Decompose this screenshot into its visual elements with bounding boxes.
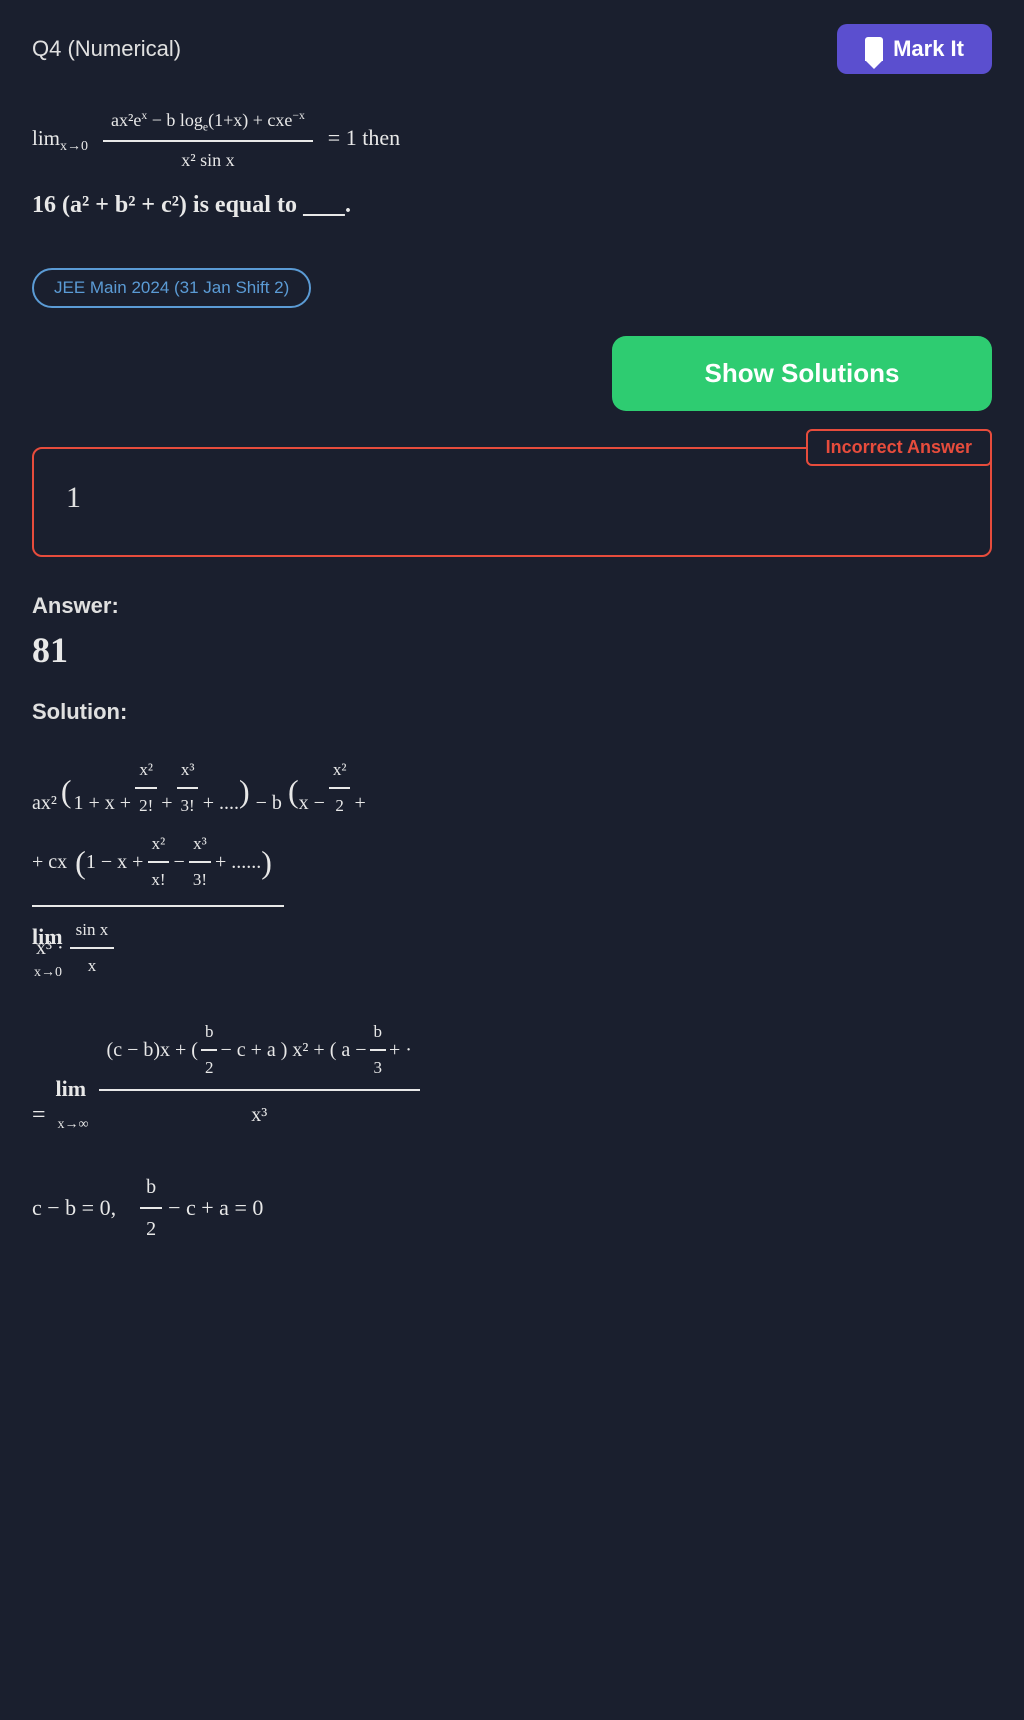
solution-line-1: ax² ( 1 + x + x² 2! + x³ 3! + .... ) − b…	[32, 753, 992, 987]
header: Q4 (Numerical) Mark It	[32, 24, 992, 74]
answer-input-section: Incorrect Answer 1	[32, 447, 992, 557]
tag-badge: JEE Main 2024 (31 Jan Shift 2)	[32, 250, 992, 336]
solution-label: Solution:	[32, 699, 992, 725]
show-solutions-container: Show Solutions	[32, 336, 992, 411]
mark-it-button[interactable]: Mark It	[837, 24, 992, 74]
user-answer-value: 1	[66, 481, 81, 514]
solution-line-2: = lim x→∞ (c − b)x + ( b 2 − c + a ) x² …	[32, 1011, 992, 1139]
solution-math: ax² ( 1 + x + x² 2! + x³ 3! + .... ) − b…	[32, 753, 992, 1249]
mark-it-label: Mark It	[893, 36, 964, 62]
page: Q4 (Numerical) Mark It limx→0 ax²ex − b …	[0, 0, 1024, 1720]
question-type: Q4 (Numerical)	[32, 36, 181, 62]
question-block: limx→0 ax²ex − b loge(1+x) + cxe−x x² si…	[32, 102, 992, 226]
question-expression: 16 (a² + b² + c²) is equal to .	[32, 185, 992, 226]
question-math: limx→0 ax²ex − b loge(1+x) + cxe−x x² si…	[32, 102, 992, 179]
solution-conclusion: c − b = 0, b 2 − c + a = 0	[32, 1167, 992, 1249]
incorrect-badge: Incorrect Answer	[806, 429, 992, 466]
answer-section: Answer: 81 Solution:	[32, 593, 992, 725]
answer-value: 81	[32, 629, 992, 671]
show-solutions-button[interactable]: Show Solutions	[612, 336, 992, 411]
answer-label: Answer:	[32, 593, 992, 619]
